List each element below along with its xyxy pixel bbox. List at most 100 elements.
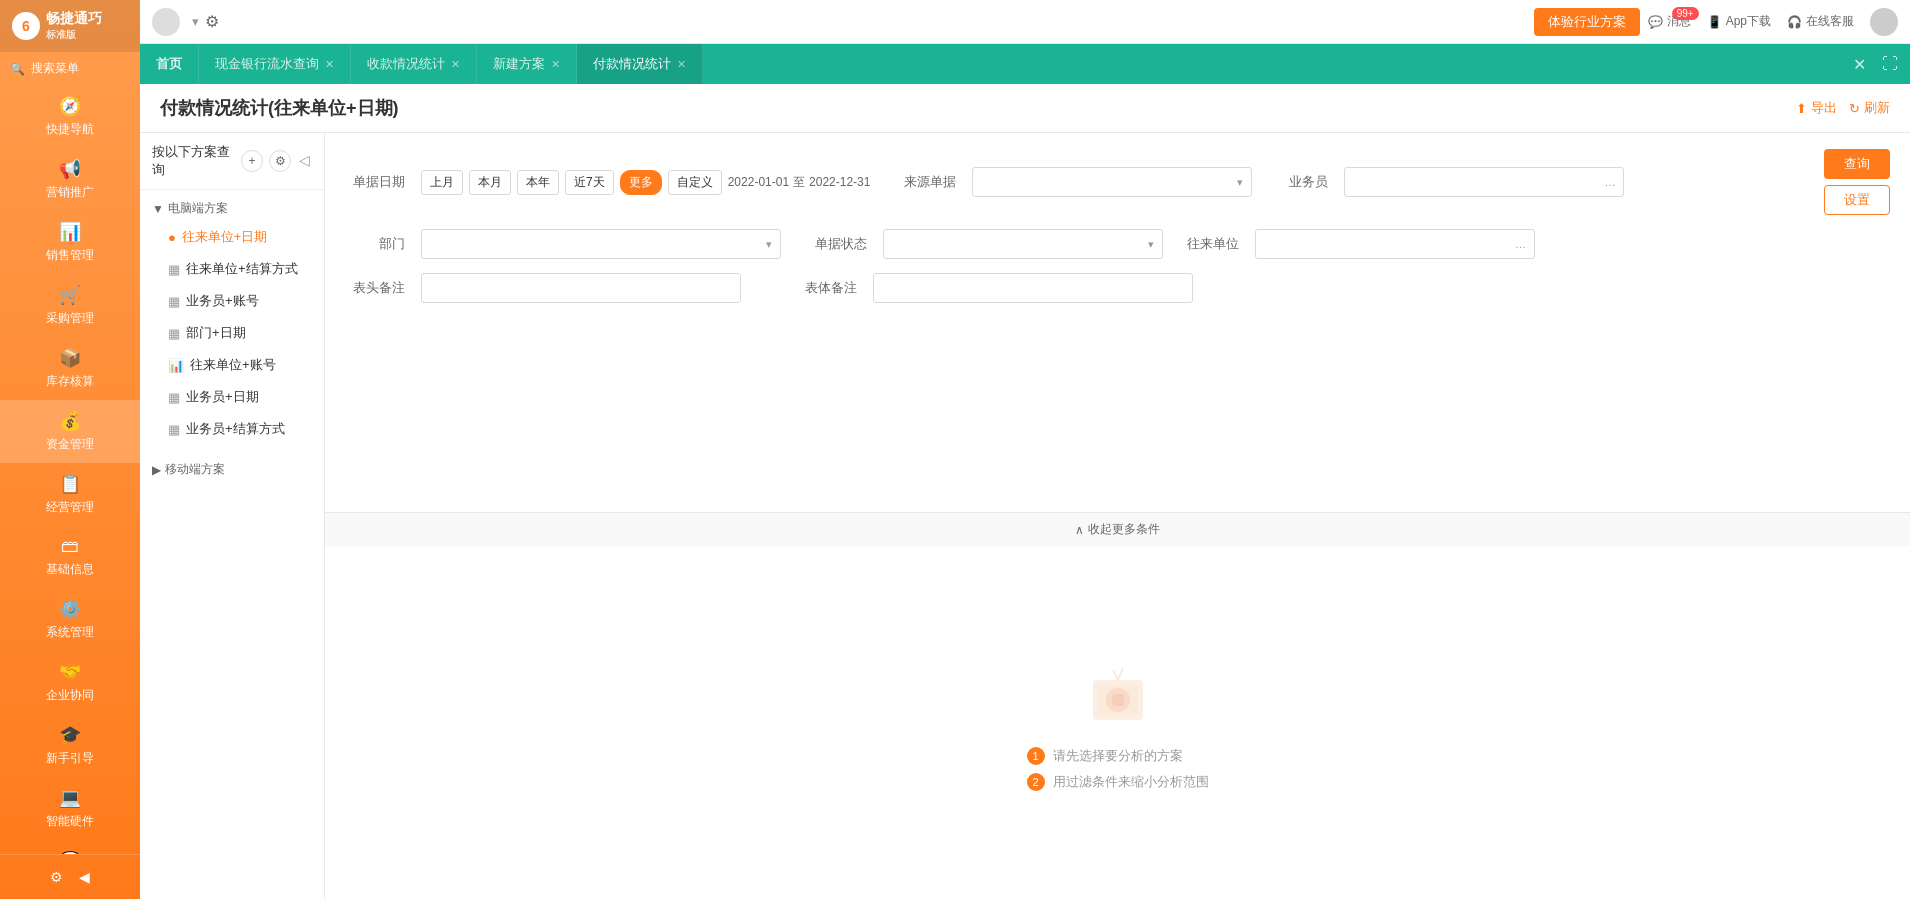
sidebar-item-finance[interactable]: 💰 资金管理: [0, 400, 140, 463]
tab-new-scheme-label: 新建方案: [493, 55, 545, 73]
basic-icon: 🗃: [61, 536, 79, 557]
sidebar-item-quick-nav[interactable]: 🧭 快捷导航: [0, 85, 140, 148]
tab-payment-stats[interactable]: 付款情况统计 ✕: [577, 44, 703, 84]
sidebar-item-guide[interactable]: 🎓 新手引导: [0, 714, 140, 777]
tab-cash-flow-close[interactable]: ✕: [325, 58, 334, 71]
staff-select[interactable]: …: [1344, 167, 1624, 197]
sidebar-item-purchase[interactable]: 🛒 采购管理: [0, 274, 140, 337]
dept-select[interactable]: ▾: [421, 229, 781, 259]
topbar-gear-icon[interactable]: ⚙: [205, 12, 219, 31]
sidebar-nav: 🧭 快捷导航 📢 营销推广 📊 销售管理 🛒 采购管理 📦 库存核算 💰 资金管…: [0, 85, 140, 854]
collapse-bar[interactable]: ∧ 收起更多条件: [325, 512, 1910, 546]
sidebar-item-corp[interactable]: 🤝 企业协同: [0, 651, 140, 714]
page-title: 付款情况统计(往来单位+日期): [160, 96, 399, 120]
sidebar-item-operation[interactable]: 📋 经营管理: [0, 463, 140, 526]
sidebar-item-hardware[interactable]: 💻 智能硬件: [0, 777, 140, 840]
filter-settings-btn[interactable]: 设置: [1824, 185, 1890, 215]
topbar-dropdown-icon[interactable]: ▾: [192, 14, 199, 29]
tab-payment-stats-label: 付款情况统计: [593, 55, 671, 73]
page-header: 付款情况统计(往来单位+日期) ⬆ 导出 ↻ 刷新: [140, 84, 1910, 133]
date-btn-custom[interactable]: 自定义: [668, 170, 722, 195]
online-service-btn[interactable]: 🎧 在线客服: [1787, 13, 1854, 30]
tab-receipt-stats-label: 收款情况统计: [367, 55, 445, 73]
topbar-user-avatar[interactable]: [1870, 8, 1898, 36]
date-btn-this-month[interactable]: 本月: [469, 170, 511, 195]
scheme-item-staff-account[interactable]: ▦ 业务员+账号: [140, 285, 324, 317]
scheme-group-desktop: ▼ 电脑端方案 ● 往来单位+日期 ▦ 往来单位+结算方式 ▦ 业务员+账号: [140, 190, 324, 451]
unit-select[interactable]: …: [1255, 229, 1535, 259]
tab-receipt-stats[interactable]: 收款情况统计 ✕: [351, 44, 477, 84]
export-btn[interactable]: ⬆ 导出: [1796, 99, 1837, 117]
query-actions: 查询 设置: [1824, 149, 1890, 215]
scheme-item-unit-account[interactable]: 📊 往来单位+账号: [140, 349, 324, 381]
scheme-item-dept-date[interactable]: ▦ 部门+日期: [140, 317, 324, 349]
receipt-status-select[interactable]: ▾: [883, 229, 1163, 259]
scheme-settings-btn[interactable]: ⚙: [269, 150, 291, 172]
filter-row-2: 部门 ▾ 单据状态 ▾ 往来单位 …: [345, 229, 1890, 259]
tab-cash-flow[interactable]: 现金银行流水查询 ✕: [199, 44, 351, 84]
tab-receipt-stats-close[interactable]: ✕: [451, 58, 460, 71]
sidebar-item-label: 资金管理: [46, 436, 94, 453]
sidebar-bottom: ⚙ ◀: [0, 854, 140, 899]
tab-expand-btn[interactable]: ⛶: [1878, 51, 1902, 77]
scheme-item-label-staff-settle: 业务员+结算方式: [186, 420, 285, 438]
chevron-down-icon: ▼: [152, 202, 164, 216]
tip-num-1: 1: [1027, 747, 1045, 765]
sidebar-item-sales[interactable]: 📊 销售管理: [0, 211, 140, 274]
scheme-item-icon-staff-settle: ▦: [168, 422, 180, 437]
date-btn-this-year[interactable]: 本年: [517, 170, 559, 195]
tabbar-actions: ✕ ⛶: [1849, 44, 1910, 84]
sidebar-collapse-btn[interactable]: ◀: [75, 865, 94, 889]
sidebar-item-label: 销售管理: [46, 247, 94, 264]
scheme-group-desktop-title[interactable]: ▼ 电脑端方案: [140, 196, 324, 221]
scheme-item-staff-date[interactable]: ▦ 业务员+日期: [140, 381, 324, 413]
svg-rect-3: [1112, 694, 1124, 706]
sidebar-item-inventory[interactable]: 📦 库存核算: [0, 337, 140, 400]
scheme-collapse-btn[interactable]: ◁: [297, 150, 312, 172]
content-area: 付款情况统计(往来单位+日期) ⬆ 导出 ↻ 刷新 按以下方案查询: [140, 84, 1910, 899]
topbar-user-area: ▾ ⚙: [152, 8, 1526, 36]
header-note-input[interactable]: [421, 273, 741, 303]
sidebar-item-wechat[interactable]: 💬 企业微信: [0, 840, 140, 854]
unit-label: 往来单位: [1179, 235, 1239, 253]
date-group: 上月 本月 本年 近7天 更多 自定义 2022-01-01 至 2022-12…: [421, 170, 870, 195]
scheme-group-mobile-title[interactable]: ▶ 移动端方案: [140, 457, 324, 482]
scheme-item-unit-settle[interactable]: ▦ 往来单位+结算方式: [140, 253, 324, 285]
header-note-label: 表头备注: [345, 279, 405, 297]
finance-icon: 💰: [59, 410, 81, 432]
sidebar-item-marketing[interactable]: 📢 营销推广: [0, 148, 140, 211]
online-service-label: 在线客服: [1806, 13, 1854, 30]
tab-payment-stats-close[interactable]: ✕: [677, 58, 686, 71]
scheme-add-btn[interactable]: +: [241, 150, 263, 172]
notification-btn[interactable]: 💬 消息 99+: [1648, 13, 1691, 30]
tab-new-scheme-close[interactable]: ✕: [551, 58, 560, 71]
right-panel: 单据日期 上月 本月 本年 近7天 更多 自定义 2022-01-01 至: [325, 133, 1910, 899]
sidebar-settings-btn[interactable]: ⚙: [46, 865, 67, 889]
query-btn[interactable]: 查询: [1824, 149, 1890, 179]
search-menu[interactable]: 🔍 搜索菜单: [0, 52, 140, 85]
sidebar-item-label: 营销推广: [46, 184, 94, 201]
inventory-icon: 📦: [59, 347, 81, 369]
chevron-up-icon: ∧: [1075, 523, 1084, 537]
app-download-btn[interactable]: 📱 App下载: [1707, 13, 1771, 30]
scheme-item-staff-settle[interactable]: ▦ 业务员+结算方式: [140, 413, 324, 445]
date-btn-last-month[interactable]: 上月: [421, 170, 463, 195]
sidebar-item-basic[interactable]: 🗃 基础信息: [0, 526, 140, 588]
source-select[interactable]: ▾: [972, 167, 1252, 197]
quick-nav-icon: 🧭: [59, 95, 81, 117]
sidebar-item-label: 库存核算: [46, 373, 94, 390]
tab-home[interactable]: 首页: [140, 44, 199, 84]
trial-btn[interactable]: 体验行业方案: [1534, 8, 1640, 36]
date-btn-last-7days[interactable]: 近7天: [565, 170, 614, 195]
date-btn-more[interactable]: 更多: [620, 170, 662, 195]
dept-label: 部门: [345, 235, 405, 253]
operation-icon: 📋: [59, 473, 81, 495]
refresh-btn[interactable]: ↻ 刷新: [1849, 99, 1890, 117]
notification-badge: 99+: [1672, 7, 1699, 20]
scheme-item-unit-date[interactable]: ● 往来单位+日期: [140, 221, 324, 253]
body-note-input[interactable]: [873, 273, 1193, 303]
scheme-panel: 按以下方案查询 + ⚙ ◁ ▼ 电脑端方案: [140, 133, 325, 899]
sidebar-item-system[interactable]: ⚙️ 系统管理: [0, 588, 140, 651]
tab-close-all-btn[interactable]: ✕: [1849, 51, 1870, 78]
tab-new-scheme[interactable]: 新建方案 ✕: [477, 44, 577, 84]
